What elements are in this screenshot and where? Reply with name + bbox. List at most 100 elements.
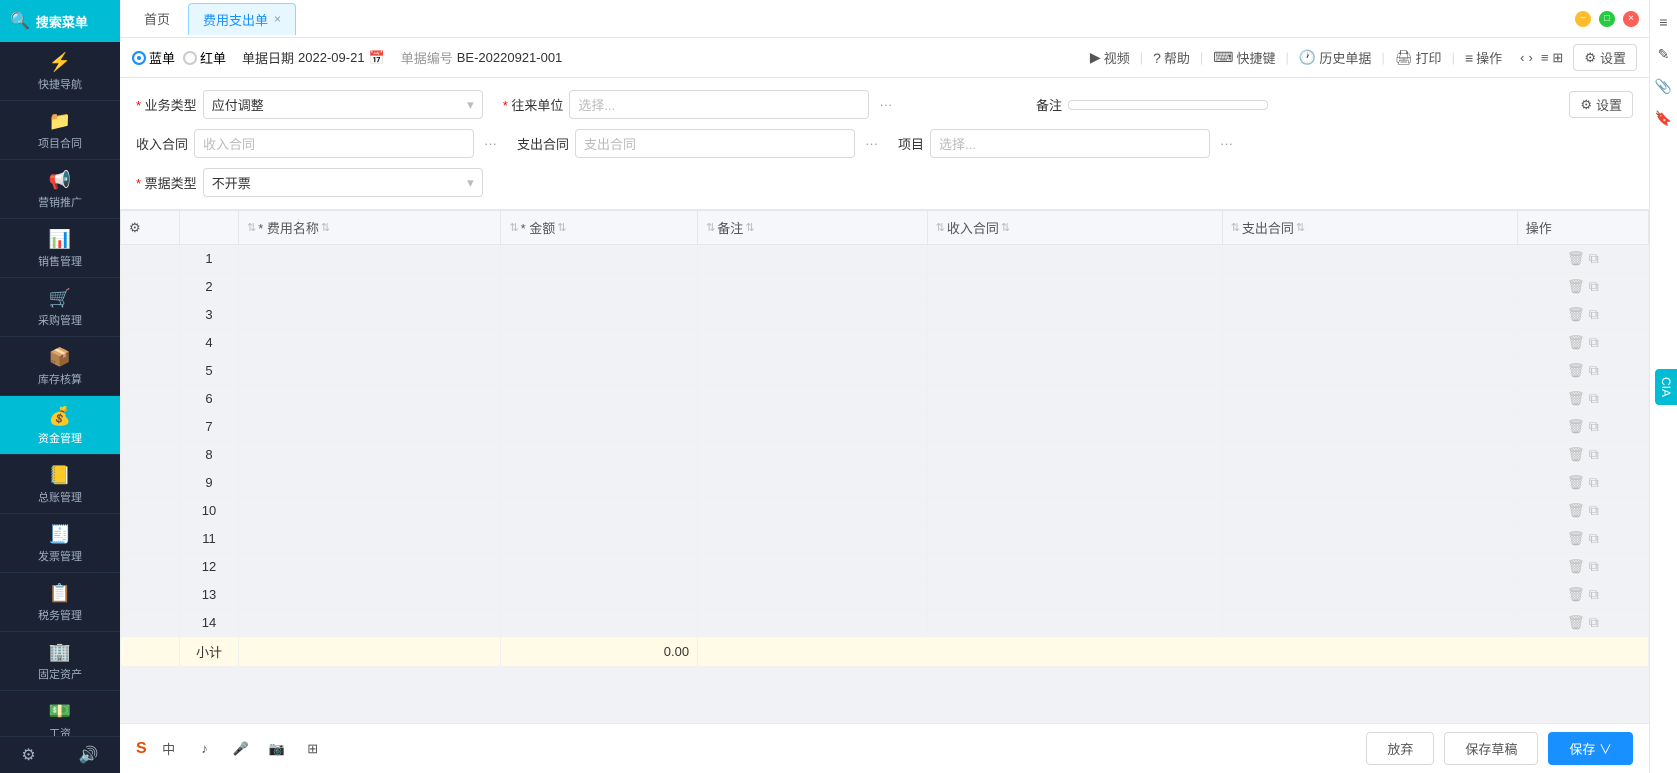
row-4-amount[interactable] xyxy=(501,329,698,357)
row-7-delete-icon[interactable]: 🗑 xyxy=(1567,418,1585,435)
row-12-amount[interactable] xyxy=(501,553,698,581)
bottom-mic-icon[interactable]: 🎤 xyxy=(227,735,255,763)
partner-more-icon[interactable]: ··· xyxy=(879,97,892,112)
project-more-icon[interactable]: ··· xyxy=(1220,136,1233,151)
row-6-note[interactable] xyxy=(698,385,928,413)
sidebar-item-capital[interactable]: 💰 资金管理 xyxy=(0,396,120,455)
bottom-camera-icon[interactable]: 📷 xyxy=(263,735,291,763)
save-draft-button[interactable]: 保存草稿 xyxy=(1444,732,1538,765)
row-9-amount[interactable] xyxy=(501,469,698,497)
row-2-income-contract[interactable] xyxy=(927,273,1222,301)
col-expense-sort-down[interactable]: ⇅ xyxy=(321,221,330,234)
col-amount-sort-up[interactable]: ⇅ xyxy=(509,221,518,234)
row-10-expense-contract[interactable] xyxy=(1222,497,1517,525)
row-1-amount[interactable] xyxy=(501,245,698,273)
row-8-amount[interactable] xyxy=(501,441,698,469)
row-12-expense-contract[interactable] xyxy=(1222,553,1517,581)
nav-prev-btn[interactable]: ‹ xyxy=(1520,50,1524,66)
save-button[interactable]: 保存 ∨ xyxy=(1548,732,1633,765)
action-print[interactable]: 🖨 打印 xyxy=(1395,48,1442,67)
partner-input[interactable]: 选择... xyxy=(569,90,869,119)
nav-next-btn[interactable]: › xyxy=(1528,50,1532,66)
abandon-button[interactable]: 放弃 xyxy=(1366,732,1434,765)
row-2-note[interactable] xyxy=(698,273,928,301)
sidebar-item-salary[interactable]: 💵 工资 xyxy=(0,691,120,736)
tab-expense-close[interactable]: × xyxy=(274,12,281,26)
row-10-income-contract[interactable] xyxy=(927,497,1222,525)
row-9-copy-icon[interactable]: ⧉ xyxy=(1589,474,1599,491)
settings-footer-icon[interactable]: ⚙ xyxy=(21,745,35,765)
row-5-expense-contract[interactable] xyxy=(1222,357,1517,385)
row-2-expense-contract[interactable] xyxy=(1222,273,1517,301)
row-4-delete-icon[interactable]: 🗑 xyxy=(1567,334,1585,351)
expense-contract-more-icon[interactable]: ··· xyxy=(865,136,878,151)
sidebar-item-quick-nav[interactable]: ⚡ 快捷导航 xyxy=(0,42,120,101)
row-7-expense[interactable] xyxy=(239,413,501,441)
sidebar-item-project-contract[interactable]: 📁 项目合同 xyxy=(0,101,120,160)
row-13-expense-contract[interactable] xyxy=(1222,581,1517,609)
radio-red[interactable]: 红单 xyxy=(183,48,226,67)
sidebar-item-purchase[interactable]: 🛒 采购管理 xyxy=(0,278,120,337)
row-9-expense[interactable] xyxy=(239,469,501,497)
row-14-income-contract[interactable] xyxy=(927,609,1222,637)
row-14-expense-contract[interactable] xyxy=(1222,609,1517,637)
row-11-delete-icon[interactable]: 🗑 xyxy=(1567,530,1585,547)
row-6-delete-icon[interactable]: 🗑 xyxy=(1567,390,1585,407)
sidebar-item-inventory[interactable]: 📦 库存核算 xyxy=(0,337,120,396)
row-8-expense-contract[interactable] xyxy=(1222,441,1517,469)
row-6-expense[interactable] xyxy=(239,385,501,413)
action-operations[interactable]: ≡ 操作 xyxy=(1465,48,1502,67)
invoice-type-input[interactable]: 不开票 ▾ xyxy=(203,168,483,197)
col-expense-sort-up[interactable]: ⇅ xyxy=(247,221,256,234)
win-minimize-btn[interactable]: − xyxy=(1575,11,1591,27)
row-13-note[interactable] xyxy=(698,581,928,609)
sidebar-item-accounting[interactable]: 📒 总账管理 xyxy=(0,455,120,514)
row-1-expense[interactable] xyxy=(239,245,501,273)
sidebar-item-tax[interactable]: 📋 税务管理 xyxy=(0,573,120,632)
view-grid-btn[interactable]: ⊞ xyxy=(1552,50,1563,66)
row-1-note[interactable] xyxy=(698,245,928,273)
action-history[interactable]: 🕐 历史单据 xyxy=(1299,48,1371,67)
row-10-note[interactable] xyxy=(698,497,928,525)
date-value[interactable]: 2022-09-21 xyxy=(298,50,365,65)
row-11-copy-icon[interactable]: ⧉ xyxy=(1589,530,1599,547)
row-7-expense-contract[interactable] xyxy=(1222,413,1517,441)
row-4-expense-contract[interactable] xyxy=(1222,329,1517,357)
row-3-amount[interactable] xyxy=(501,301,698,329)
bottom-music-icon[interactable]: ♪ xyxy=(191,735,219,763)
right-panel-bookmark-icon[interactable]: 🔖 xyxy=(1652,106,1676,130)
row-8-delete-icon[interactable]: 🗑 xyxy=(1567,446,1585,463)
row-7-copy-icon[interactable]: ⧉ xyxy=(1589,418,1599,435)
row-10-expense[interactable] xyxy=(239,497,501,525)
row-3-expense[interactable] xyxy=(239,301,501,329)
tab-home[interactable]: 首页 xyxy=(130,3,184,35)
row-5-copy-icon[interactable]: ⧉ xyxy=(1589,362,1599,379)
row-13-amount[interactable] xyxy=(501,581,698,609)
row-3-income-contract[interactable] xyxy=(927,301,1222,329)
expense-contract-input[interactable]: 支出合同 xyxy=(575,129,855,158)
row-14-amount[interactable] xyxy=(501,609,698,637)
row-5-expense[interactable] xyxy=(239,357,501,385)
row-1-copy-icon[interactable]: ⧉ xyxy=(1589,250,1599,267)
sidebar-item-marketing[interactable]: 📢 营销推广 xyxy=(0,160,120,219)
row-4-note[interactable] xyxy=(698,329,928,357)
row-2-copy-icon[interactable]: ⧉ xyxy=(1589,278,1599,295)
bottom-zhong-icon[interactable]: 中 xyxy=(155,735,183,763)
row-3-note[interactable] xyxy=(698,301,928,329)
income-contract-more-icon[interactable]: ··· xyxy=(484,136,497,151)
row-11-expense[interactable] xyxy=(239,525,501,553)
row-6-amount[interactable] xyxy=(501,385,698,413)
row-13-expense[interactable] xyxy=(239,581,501,609)
row-2-amount[interactable] xyxy=(501,273,698,301)
row-7-note[interactable] xyxy=(698,413,928,441)
action-shortcut[interactable]: ⌨ 快捷键 xyxy=(1213,48,1275,67)
row-9-income-contract[interactable] xyxy=(927,469,1222,497)
row-8-expense[interactable] xyxy=(239,441,501,469)
row-6-expense-contract[interactable] xyxy=(1222,385,1517,413)
radio-blue[interactable]: 蓝单 xyxy=(132,48,175,67)
income-contract-input[interactable]: 收入合同 xyxy=(194,129,474,158)
col-expense-contract-sort2[interactable]: ⇅ xyxy=(1296,221,1305,234)
calendar-icon[interactable]: 📅 xyxy=(369,50,385,66)
row-5-amount[interactable] xyxy=(501,357,698,385)
row-14-note[interactable] xyxy=(698,609,928,637)
